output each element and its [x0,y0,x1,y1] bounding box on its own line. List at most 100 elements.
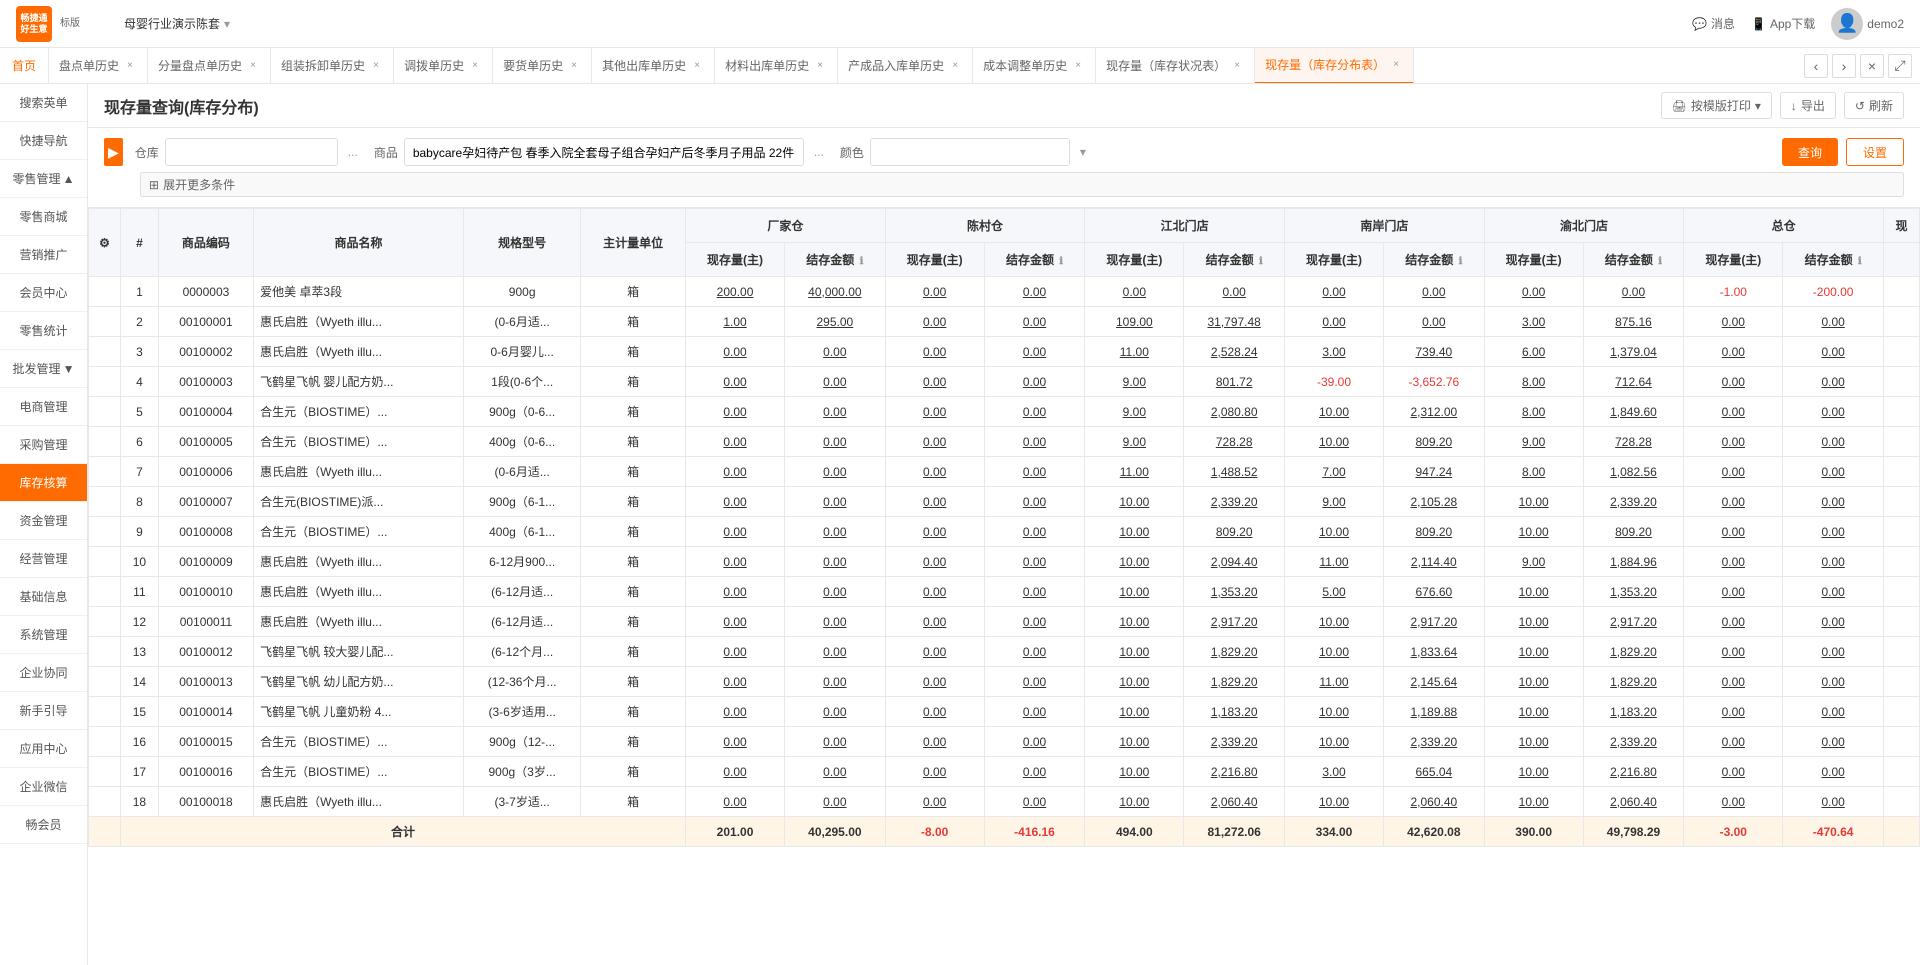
td-ca[interactable]: 0.00 [984,667,1085,697]
td-naa[interactable]: 2,060.40 [1384,787,1485,817]
td-jbc[interactable]: 10.00 [1085,667,1184,697]
tab-stock-dist[interactable]: 现存量（库存分布表） × [1255,48,1414,84]
td-fc[interactable]: 0.00 [686,487,785,517]
td-jbc[interactable]: 11.00 [1085,337,1184,367]
td-naa[interactable]: 2,105.28 [1384,487,1485,517]
td-cc[interactable]: 0.00 [885,787,984,817]
td-cc[interactable]: 0.00 [885,577,984,607]
td-fa[interactable]: 0.00 [785,457,886,487]
td-cc[interactable]: 0.00 [885,667,984,697]
td-yba[interactable]: 2,060.40 [1583,787,1684,817]
message-btn[interactable]: 💬 消息 [1692,15,1735,32]
td-jbc[interactable]: 10.00 [1085,607,1184,637]
td-jba[interactable]: 728.28 [1184,427,1285,457]
sidebar-item-retail-stats[interactable]: 零售统计 [0,312,87,350]
sidebar-item-basic[interactable]: 基础信息 [0,578,87,616]
info-icon[interactable]: ℹ [1259,256,1263,267]
td-yba[interactable]: 0.00 [1583,277,1684,307]
td-ybc[interactable]: 8.00 [1484,367,1583,397]
td-fa[interactable]: 0.00 [785,727,886,757]
td-cc[interactable]: 0.00 [885,367,984,397]
goods-input[interactable] [404,138,804,166]
td-cc[interactable]: 0.00 [885,607,984,637]
td-jbc[interactable]: 11.00 [1085,457,1184,487]
th-settings[interactable]: ⚙ [89,209,121,277]
td-jba[interactable]: 2,080.80 [1184,397,1285,427]
sidebar-item-appcenter[interactable]: 应用中心 [0,730,87,768]
tab-close-icon[interactable]: × [690,59,704,73]
td-ta[interactable]: 0.00 [1783,757,1884,787]
td-tc[interactable]: 0.00 [1684,577,1783,607]
td-naa[interactable]: 676.60 [1384,577,1485,607]
td-ybc[interactable]: 10.00 [1484,517,1583,547]
td-yba[interactable]: 1,884.96 [1583,547,1684,577]
td-naa[interactable]: 2,339.20 [1384,727,1485,757]
td-fa[interactable]: 0.00 [785,757,886,787]
td-yba[interactable]: 2,917.20 [1583,607,1684,637]
td-fc[interactable]: 0.00 [686,427,785,457]
info-icon[interactable]: ℹ [1658,256,1662,267]
info-icon[interactable]: ℹ [1459,256,1463,267]
td-cc[interactable]: 0.00 [885,427,984,457]
td-tc[interactable]: 0.00 [1684,457,1783,487]
sidebar-item-marketing[interactable]: 营销推广 [0,236,87,274]
td-ta[interactable]: 0.00 [1783,517,1884,547]
td-ca[interactable]: 0.00 [984,367,1085,397]
td-yba[interactable]: 1,183.20 [1583,697,1684,727]
td-jba[interactable]: 1,183.20 [1184,697,1285,727]
td-naa[interactable]: 1,833.64 [1384,637,1485,667]
sidebar-item-purchase[interactable]: 采购管理 [0,426,87,464]
color-dropdown-icon[interactable]: ▾ [1076,145,1090,159]
td-fa[interactable]: 0.00 [785,697,886,727]
td-ca[interactable]: 0.00 [984,787,1085,817]
td-ta[interactable]: 0.00 [1783,427,1884,457]
tab-close-icon[interactable]: × [246,59,260,73]
td-tc[interactable]: 0.00 [1684,547,1783,577]
td-cc[interactable]: 0.00 [885,337,984,367]
sidebar-item-wholesale[interactable]: 批发管理 ▼ [0,350,87,388]
td-ybc[interactable]: 8.00 [1484,457,1583,487]
td-fa[interactable]: 40,000.00 [785,277,886,307]
td-jbc[interactable]: 9.00 [1085,397,1184,427]
td-fc[interactable]: 0.00 [686,637,785,667]
td-nac[interactable]: 7.00 [1285,457,1384,487]
tab-stock-status[interactable]: 现存量（库存状况表） × [1096,48,1255,84]
td-fc[interactable]: 0.00 [686,547,785,577]
sidebar-item-ecommerce[interactable]: 电商管理 [0,388,87,426]
td-nac[interactable]: 10.00 [1285,607,1384,637]
td-ybc[interactable]: 10.00 [1484,727,1583,757]
td-fa[interactable]: 0.00 [785,337,886,367]
td-fc[interactable]: 0.00 [686,457,785,487]
td-ta[interactable]: -200.00 [1783,277,1884,307]
td-yba[interactable]: 1,829.20 [1583,667,1684,697]
export-btn[interactable]: ↓ 导出 [1780,92,1836,119]
tab-inventory-branch[interactable]: 分量盘点单历史 × [148,48,271,84]
td-fc[interactable]: 0.00 [686,397,785,427]
color-input[interactable] [870,138,1070,166]
tab-purchase-order[interactable]: 要货单历史 × [493,48,592,84]
td-jbc[interactable]: 0.00 [1085,277,1184,307]
td-ca[interactable]: 0.00 [984,577,1085,607]
td-fa[interactable]: 0.00 [785,787,886,817]
td-ybc[interactable]: 9.00 [1484,427,1583,457]
td-tc[interactable]: 0.00 [1684,517,1783,547]
td-ybc[interactable]: 0.00 [1484,277,1583,307]
td-ca[interactable]: 0.00 [984,457,1085,487]
td-naa[interactable]: 809.20 [1384,427,1485,457]
td-ybc[interactable]: 10.00 [1484,787,1583,817]
td-jbc[interactable]: 10.00 [1085,637,1184,667]
td-nac[interactable]: 0.00 [1285,307,1384,337]
td-jba[interactable]: 1,353.20 [1184,577,1285,607]
tab-close-icon[interactable]: × [567,59,581,73]
td-naa[interactable]: 2,145.64 [1384,667,1485,697]
refresh-btn[interactable]: ↺ 刷新 [1844,92,1904,119]
tab-close-icon[interactable]: × [369,59,383,73]
td-yba[interactable]: 2,339.20 [1583,487,1684,517]
td-jba[interactable]: 1,829.20 [1184,637,1285,667]
td-ca[interactable]: 0.00 [984,337,1085,367]
td-jbc[interactable]: 9.00 [1085,427,1184,457]
tab-cost-adjust[interactable]: 成本调整单历史 × [973,48,1096,84]
tab-close-icon[interactable]: × [948,59,962,73]
td-fa[interactable]: 0.00 [785,547,886,577]
expand-btn[interactable]: ⊞ 展开更多条件 [140,172,1904,197]
